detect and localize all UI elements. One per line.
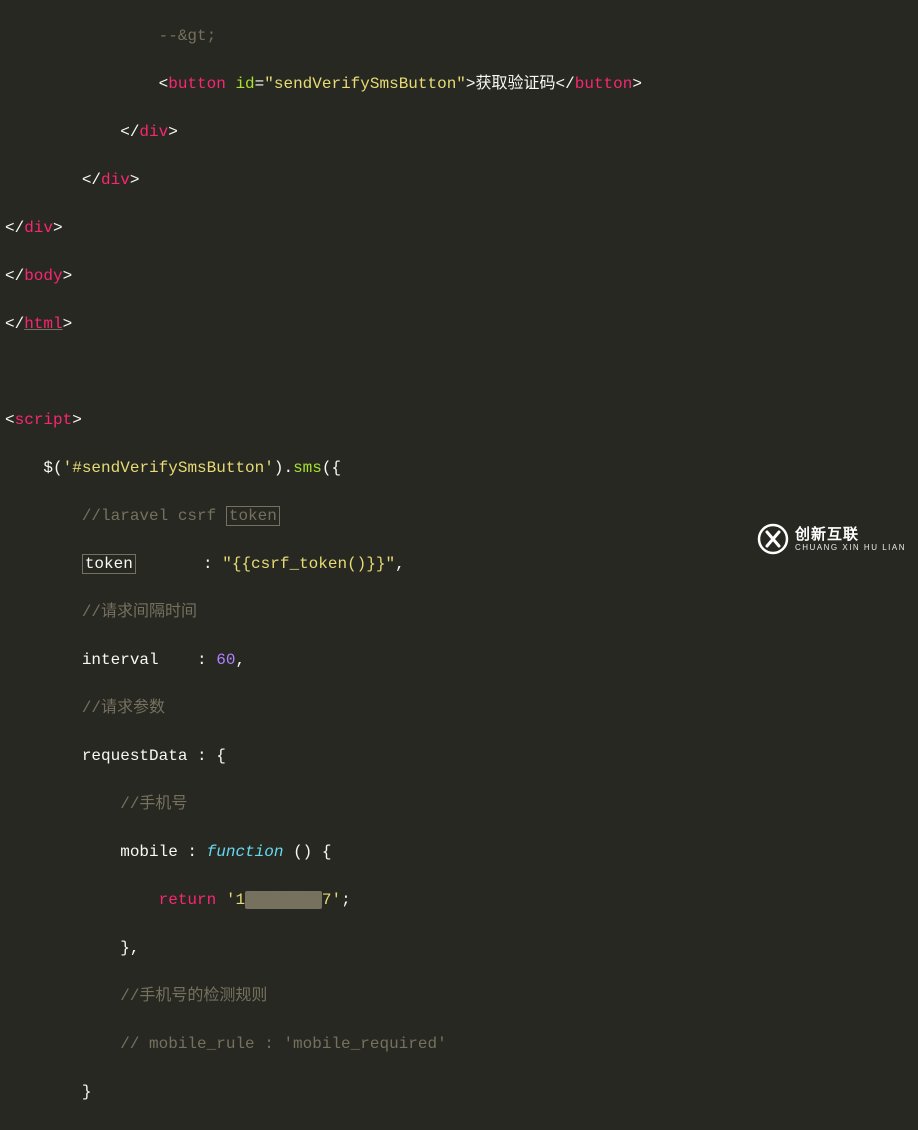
code-line: interval : 60, (5, 648, 918, 672)
logo-icon (757, 523, 789, 555)
watermark-logo: 创新互联 CHUANG XIN HU LIAN (757, 523, 906, 555)
code-line: </div> (5, 168, 918, 192)
code-line (5, 360, 918, 384)
code-line: mobile : function () { (5, 840, 918, 864)
code-line: $('#sendVerifySmsButton').sms({ (5, 456, 918, 480)
code-line: //请求间隔时间 (5, 600, 918, 624)
code-line: --&gt; (5, 24, 918, 48)
code-editor[interactable]: --&gt; <button id="sendVerifySmsButton">… (0, 0, 918, 1130)
code-line: token : "{{csrf_token()}}", (5, 552, 918, 576)
code-line: </div> (5, 216, 918, 240)
code-line: <button id="sendVerifySmsButton">获取验证码</… (5, 72, 918, 96)
logo-text-en: CHUANG XIN HU LIAN (795, 544, 906, 552)
code-line: <script> (5, 408, 918, 432)
code-line: // mobile_rule : 'mobile_required' (5, 1032, 918, 1056)
code-line: //请求参数 (5, 696, 918, 720)
code-line: //手机号的检测规则 (5, 984, 918, 1008)
code-line: requestData : { (5, 744, 918, 768)
code-line: return '1XXXXXXXX7'; (5, 888, 918, 912)
code-line: } (5, 1080, 918, 1104)
code-line: }); (5, 1128, 918, 1130)
code-line: }, (5, 936, 918, 960)
code-line: //手机号 (5, 792, 918, 816)
redacted-phone: XXXXXXXX (245, 891, 322, 909)
logo-text-cn: 创新互联 (795, 527, 906, 542)
code-line: </html> (5, 312, 918, 336)
code-line: </body> (5, 264, 918, 288)
code-line: </div> (5, 120, 918, 144)
